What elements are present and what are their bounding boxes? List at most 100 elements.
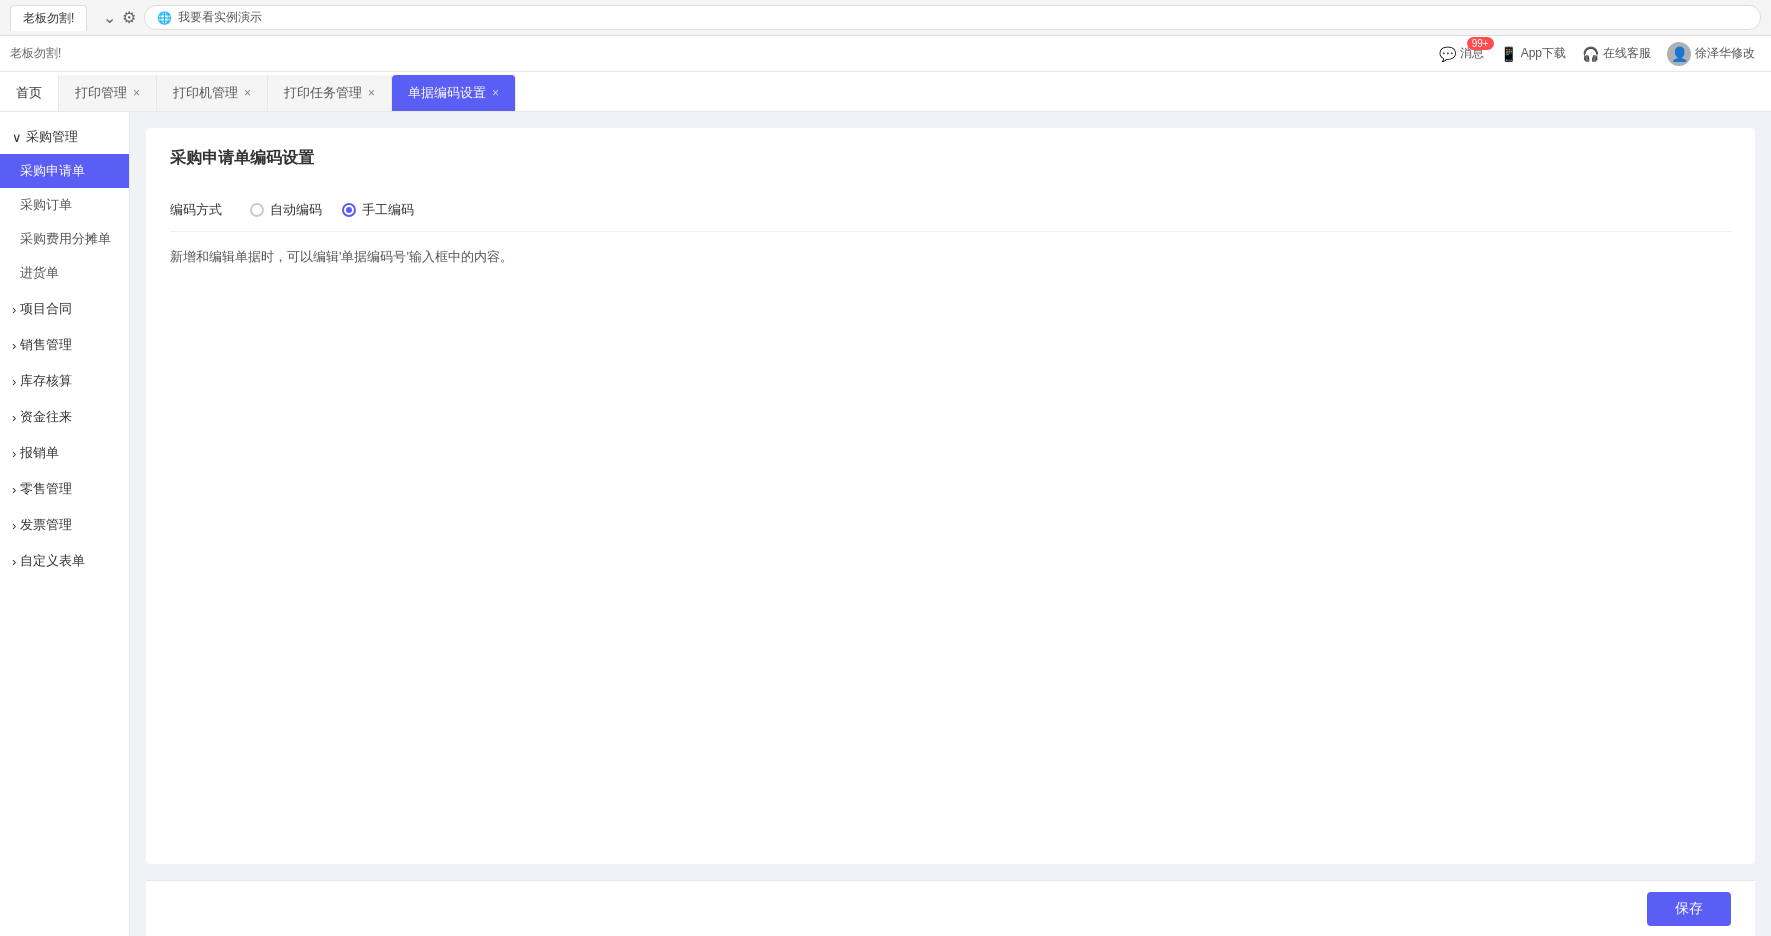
sidebar-group-invoice: › 发票管理 xyxy=(0,508,129,542)
expense-arrow: › xyxy=(12,446,16,461)
sidebar-group-purchase-title[interactable]: ∨ 采购管理 xyxy=(0,120,129,154)
tab-print-mgmt-label: 打印管理 xyxy=(75,84,127,102)
invoice-arrow: › xyxy=(12,518,16,533)
sidebar-group-retail: › 零售管理 xyxy=(0,472,129,506)
radio-manual-circle xyxy=(342,203,356,217)
settings-icon[interactable]: ⚙ xyxy=(122,8,136,27)
service-icon xyxy=(1582,46,1599,62)
sales-arrow: › xyxy=(12,338,16,353)
header-app-title: 老板勿割! xyxy=(10,45,61,62)
username: 徐泽华修改 xyxy=(1695,45,1755,62)
tab-print-task-mgmt[interactable]: 打印任务管理 × xyxy=(268,75,392,111)
sidebar-item-purchase-expense-label: 采购费用分摊单 xyxy=(20,231,111,246)
online-service-button[interactable]: 在线客服 xyxy=(1582,45,1651,62)
tab-print-task-mgmt-label: 打印任务管理 xyxy=(284,84,362,102)
sidebar-group-project-contract: › 项目合同 xyxy=(0,292,129,326)
invoice-label: 发票管理 xyxy=(20,516,72,534)
dropdown-icon[interactable]: ⌄ xyxy=(103,8,116,27)
sidebar-item-purchase-request-label: 采购申请单 xyxy=(20,163,85,178)
browser-bar: 老板勿割! ⌄ ⚙ 🌐 我要看实例演示 xyxy=(0,0,1771,36)
sidebar-group-retail-title[interactable]: › 零售管理 xyxy=(0,472,129,506)
browser-controls: ⌄ ⚙ xyxy=(103,8,136,27)
browser-tab[interactable]: 老板勿割! xyxy=(10,5,87,31)
tab-home-label: 首页 xyxy=(16,84,42,102)
sidebar-group-invoice-title[interactable]: › 发票管理 xyxy=(0,508,129,542)
sidebar-item-purchase-expense[interactable]: 采购费用分摊单 xyxy=(0,222,129,256)
sidebar-group-capital: › 资金往来 xyxy=(0,400,129,434)
app-download-icon xyxy=(1500,46,1517,62)
encoding-label: 编码方式 xyxy=(170,201,230,219)
radio-auto-encoding[interactable]: 自动编码 xyxy=(250,201,322,219)
message-icon xyxy=(1439,46,1456,62)
content-footer: 保存 xyxy=(146,880,1755,936)
tab-doc-code-settings[interactable]: 单据编码设置 × xyxy=(392,75,516,111)
app-download-label: App下载 xyxy=(1521,45,1566,62)
app-download-button[interactable]: App下载 xyxy=(1500,45,1566,62)
custom-form-arrow: › xyxy=(12,554,16,569)
sidebar-item-purchase-order[interactable]: 采购订单 xyxy=(0,188,129,222)
header-right: 消息 99+ App下载 在线客服 徐泽华修改 xyxy=(1439,42,1771,66)
online-service-label: 在线客服 xyxy=(1603,45,1651,62)
sidebar-item-goods-receipt-label: 进货单 xyxy=(20,265,59,280)
message-badge: 99+ xyxy=(1467,37,1494,50)
project-contract-arrow: › xyxy=(12,302,16,317)
main-layout: ∨ 采购管理 采购申请单 采购订单 采购费用分摊单 进货单 › 项目合同 xyxy=(0,112,1771,936)
sidebar-item-purchase-request[interactable]: 采购申请单 xyxy=(0,154,129,188)
app-header: 老板勿割! 消息 99+ App下载 在线客服 徐泽华修改 xyxy=(0,36,1771,72)
sidebar-group-custom-form: › 自定义表单 xyxy=(0,544,129,578)
retail-label: 零售管理 xyxy=(20,480,72,498)
sidebar-group-capital-title[interactable]: › 资金往来 xyxy=(0,400,129,434)
tab-printer-mgmt-label: 打印机管理 xyxy=(173,84,238,102)
avatar-icon xyxy=(1671,46,1688,62)
sidebar-group-purchase: ∨ 采购管理 采购申请单 采购订单 采购费用分摊单 进货单 xyxy=(0,120,129,290)
tab-bar: 首页 打印管理 × 打印机管理 × 打印任务管理 × 单据编码设置 × xyxy=(0,72,1771,112)
content-area: 采购申请单编码设置 编码方式 自动编码 手工编码 新增和编辑单据时，可以编辑'单… xyxy=(130,112,1771,936)
sidebar-item-goods-receipt[interactable]: 进货单 xyxy=(0,256,129,290)
sidebar-group-inventory: › 库存核算 xyxy=(0,364,129,398)
save-button[interactable]: 保存 xyxy=(1647,892,1731,926)
sales-label: 销售管理 xyxy=(20,336,72,354)
tab-close-doc-code-settings[interactable]: × xyxy=(492,86,499,100)
globe-icon: 🌐 xyxy=(157,11,172,25)
purchase-group-arrow: ∨ xyxy=(12,130,22,145)
tab-close-print-task-mgmt[interactable]: × xyxy=(368,86,375,100)
expense-label: 报销单 xyxy=(20,444,59,462)
sidebar-group-project-contract-title[interactable]: › 项目合同 xyxy=(0,292,129,326)
purchase-group-label: 采购管理 xyxy=(26,128,78,146)
radio-auto-label: 自动编码 xyxy=(270,201,322,219)
page-title: 采购申请单编码设置 xyxy=(170,148,1731,169)
capital-arrow: › xyxy=(12,410,16,425)
sidebar-group-sales: › 销售管理 xyxy=(0,328,129,362)
tab-printer-mgmt[interactable]: 打印机管理 × xyxy=(157,75,268,111)
retail-arrow: › xyxy=(12,482,16,497)
tab-close-printer-mgmt[interactable]: × xyxy=(244,86,251,100)
sidebar: ∨ 采购管理 采购申请单 采购订单 采购费用分摊单 进货单 › 项目合同 xyxy=(0,112,130,936)
capital-label: 资金往来 xyxy=(20,408,72,426)
sidebar-group-expense: › 报销单 xyxy=(0,436,129,470)
radio-auto-circle xyxy=(250,203,264,217)
sidebar-group-inventory-title[interactable]: › 库存核算 xyxy=(0,364,129,398)
sidebar-group-expense-title[interactable]: › 报销单 xyxy=(0,436,129,470)
sidebar-item-purchase-order-label: 采购订单 xyxy=(20,197,72,212)
content-inner: 采购申请单编码设置 编码方式 自动编码 手工编码 新增和编辑单据时，可以编辑'单… xyxy=(146,128,1755,864)
user-info[interactable]: 徐泽华修改 xyxy=(1667,42,1755,66)
encoding-row: 编码方式 自动编码 手工编码 xyxy=(170,189,1731,232)
tab-home[interactable]: 首页 xyxy=(0,75,59,111)
info-text: 新增和编辑单据时，可以编辑'单据编码号'输入框中的内容。 xyxy=(170,248,1731,266)
inventory-label: 库存核算 xyxy=(20,372,72,390)
custom-form-label: 自定义表单 xyxy=(20,552,85,570)
radio-manual-label: 手工编码 xyxy=(362,201,414,219)
message-button[interactable]: 消息 99+ xyxy=(1439,45,1484,62)
tab-print-mgmt[interactable]: 打印管理 × xyxy=(59,75,157,111)
avatar xyxy=(1667,42,1691,66)
radio-manual-encoding[interactable]: 手工编码 xyxy=(342,201,414,219)
tab-doc-code-settings-label: 单据编码设置 xyxy=(408,84,486,102)
address-text: 我要看实例演示 xyxy=(178,9,262,26)
address-bar[interactable]: 🌐 我要看实例演示 xyxy=(144,5,1761,30)
sidebar-group-custom-form-title[interactable]: › 自定义表单 xyxy=(0,544,129,578)
inventory-arrow: › xyxy=(12,374,16,389)
sidebar-group-sales-title[interactable]: › 销售管理 xyxy=(0,328,129,362)
header-left: 老板勿割! xyxy=(10,45,61,62)
tab-close-print-mgmt[interactable]: × xyxy=(133,86,140,100)
project-contract-label: 项目合同 xyxy=(20,300,72,318)
